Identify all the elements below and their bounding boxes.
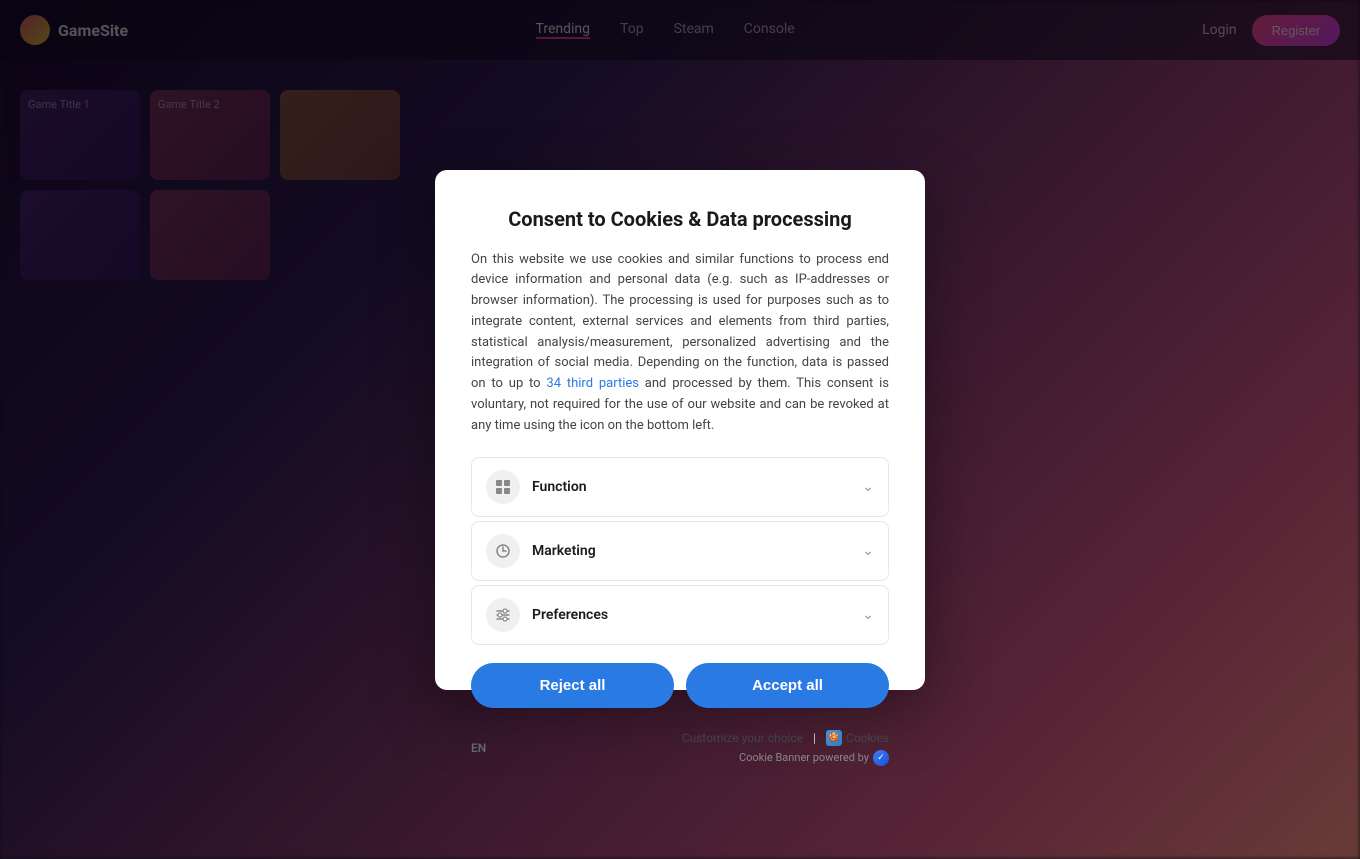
modal-description: On this website we use cookies and simil… (471, 250, 889, 437)
modal-action-buttons: Reject all Accept all (471, 663, 889, 708)
consent-item-marketing-left: Marketing (486, 534, 596, 568)
cookies-link[interactable]: 🍪 Cookies (826, 730, 889, 746)
cookies-link-text: Cookies (846, 731, 889, 745)
modal-backdrop: Consent to Cookies & Data processing On … (0, 0, 1360, 859)
consent-item-preferences[interactable]: Preferences ⌄ (471, 585, 889, 645)
language-selector[interactable]: EN (471, 741, 486, 755)
preferences-label: Preferences (532, 607, 608, 623)
consent-item-function-left: Function (486, 470, 587, 504)
powered-by-text: Cookie Banner powered by (739, 751, 869, 764)
preferences-chevron-icon: ⌄ (862, 607, 874, 623)
consent-items-list: Function ⌄ Marketing ⌄ (471, 457, 889, 645)
cookie-banner-powered-by: Cookie Banner powered by ✓ (739, 750, 889, 766)
footer-links: Customize your choice | 🍪 Cookies (682, 730, 889, 746)
footer-right: Customize your choice | 🍪 Cookies Cookie… (682, 730, 889, 766)
consent-item-marketing[interactable]: Marketing ⌄ (471, 521, 889, 581)
preferences-icon (486, 598, 520, 632)
reject-all-button[interactable]: Reject all (471, 663, 674, 708)
consent-item-function[interactable]: Function ⌄ (471, 457, 889, 517)
marketing-label: Marketing (532, 543, 596, 559)
marketing-chevron-icon: ⌄ (862, 543, 874, 559)
modal-footer: EN Customize your choice | 🍪 Cookies Coo… (471, 722, 889, 766)
consent-item-preferences-left: Preferences (486, 598, 608, 632)
modal-title: Consent to Cookies & Data processing (471, 206, 889, 232)
cookie-consent-modal: Consent to Cookies & Data processing On … (435, 170, 925, 690)
marketing-icon (486, 534, 520, 568)
accept-all-button[interactable]: Accept all (686, 663, 889, 708)
powered-by-icon: ✓ (873, 750, 889, 766)
cookies-icon: 🍪 (826, 730, 842, 746)
third-parties-link[interactable]: 34 third parties (546, 376, 639, 391)
function-icon (486, 470, 520, 504)
customize-choice-link[interactable]: Customize your choice (682, 731, 803, 745)
description-text-1: On this website we use cookies and simil… (471, 252, 889, 392)
function-label: Function (532, 479, 587, 495)
footer-separator: | (813, 731, 816, 745)
function-chevron-icon: ⌄ (862, 479, 874, 495)
